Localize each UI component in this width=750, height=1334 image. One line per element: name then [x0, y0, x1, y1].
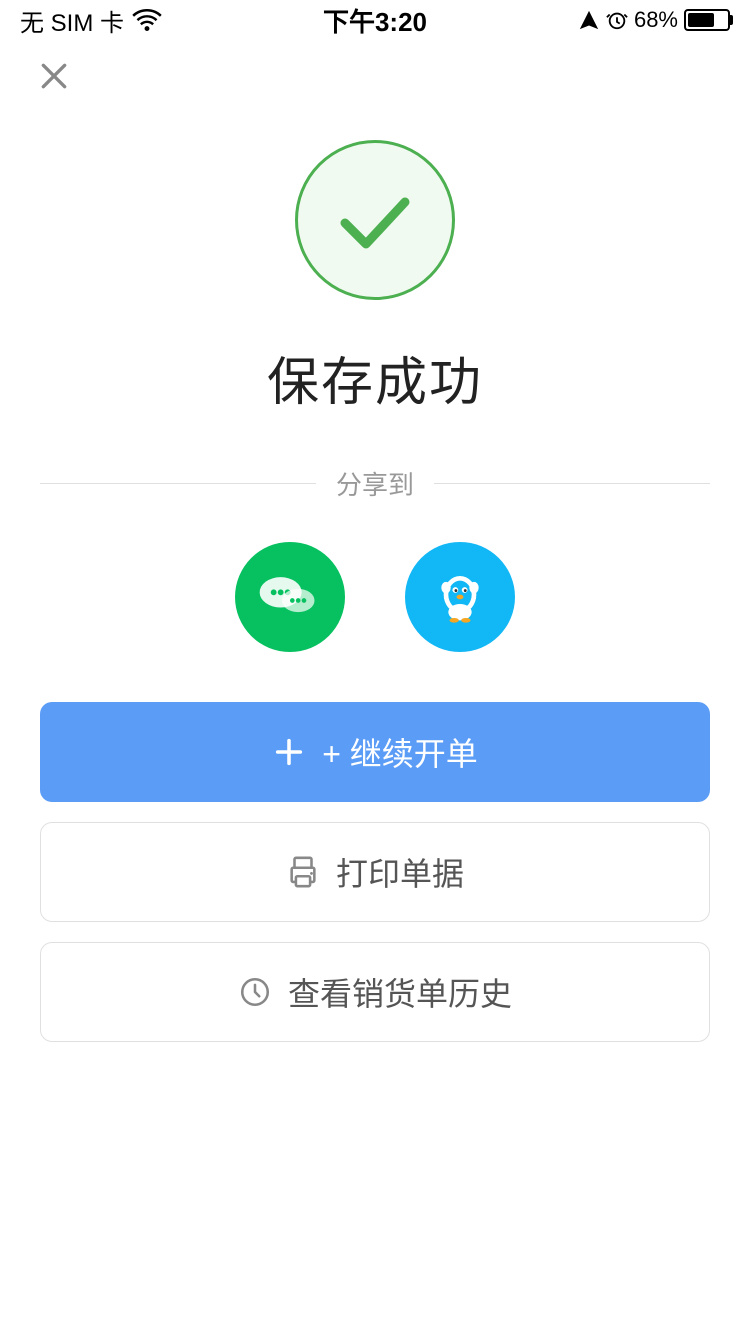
history-button[interactable]: 查看销货单历史 — [40, 942, 710, 1042]
share-icons — [40, 542, 710, 652]
action-buttons: + 继续开单 打印单据 查看销货单历史 — [0, 702, 750, 1042]
print-button[interactable]: 打印单据 — [40, 822, 710, 922]
share-section: 分享到 — [0, 465, 750, 652]
continue-label: + 继续开单 — [322, 729, 478, 775]
history-label: 查看销货单历史 — [288, 969, 512, 1015]
battery-icon — [684, 9, 730, 31]
wifi-icon — [132, 9, 162, 31]
qq-share-button[interactable] — [405, 542, 515, 652]
plus-icon — [272, 735, 306, 769]
success-title: 保存成功 — [267, 340, 483, 415]
print-label: 打印单据 — [336, 849, 464, 895]
close-icon — [38, 60, 70, 92]
history-icon — [238, 975, 272, 1009]
print-icon — [286, 855, 320, 889]
battery-percent: 68% — [634, 7, 678, 33]
status-time: 下午3:20 — [323, 2, 427, 39]
share-label: 分享到 — [336, 465, 414, 502]
status-bar: 无 SIM 卡 下午3:20 68% — [0, 0, 750, 40]
alarm-icon — [606, 9, 628, 31]
qq-icon — [425, 562, 495, 632]
wechat-icon — [255, 562, 325, 632]
checkmark-icon — [330, 175, 420, 265]
no-sim-text: 无 SIM 卡 — [20, 3, 124, 38]
close-button[interactable] — [30, 52, 78, 100]
success-circle — [295, 140, 455, 300]
wechat-share-button[interactable] — [235, 542, 345, 652]
continue-button[interactable]: + 继续开单 — [40, 702, 710, 802]
share-divider: 分享到 — [40, 465, 710, 502]
status-right: 68% — [578, 7, 730, 33]
location-icon — [578, 9, 600, 31]
main-content: 保存成功 分享到 — [0, 40, 750, 1334]
status-left: 无 SIM 卡 — [20, 3, 162, 38]
